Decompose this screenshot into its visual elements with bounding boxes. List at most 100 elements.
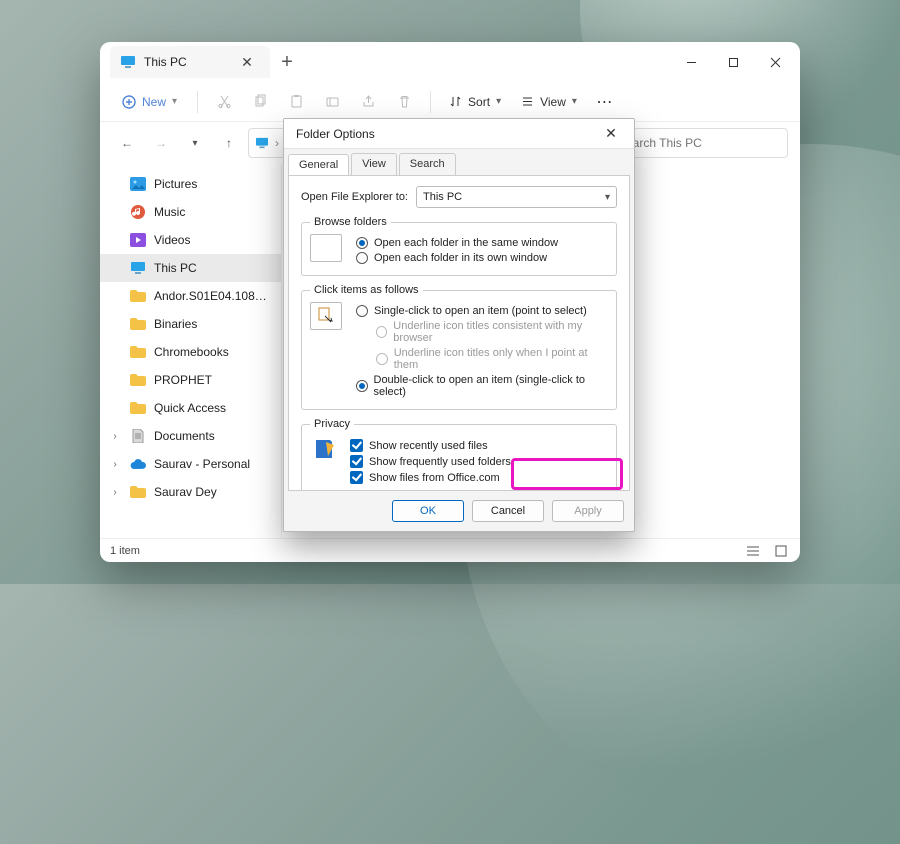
sidebar-item-prophet[interactable]: PROPHET (100, 366, 281, 394)
forward-button[interactable]: → (146, 128, 176, 158)
expand-icon[interactable]: › (108, 487, 122, 498)
click-items-group: Click items as follows Single-click to o… (301, 284, 617, 410)
chevron-down-icon: ▾ (496, 96, 501, 107)
up-button[interactable]: ↑ (214, 128, 244, 158)
radio-icon (376, 326, 387, 338)
sidebar-item-label: PROPHET (154, 373, 212, 387)
apply-button[interactable]: Apply (552, 500, 624, 522)
sidebar-item-label: Binaries (154, 317, 197, 331)
open-explorer-combo[interactable]: This PC ▾ (416, 186, 617, 208)
new-label: New (142, 95, 166, 109)
sidebar-item-label: Documents (154, 429, 215, 443)
sidebar-item-onedrive[interactable]: › Saurav - Personal (100, 450, 281, 478)
checkbox-icon (350, 471, 363, 484)
share-button[interactable] (352, 87, 384, 117)
cancel-button[interactable]: Cancel (472, 500, 544, 522)
cut-button[interactable] (208, 87, 240, 117)
tab-general[interactable]: General (288, 154, 349, 176)
checkbox-icon (350, 455, 363, 468)
window-tab[interactable]: This PC ✕ (110, 46, 270, 78)
radio-double-click[interactable]: Double-click to open an item (single-cli… (356, 374, 608, 398)
check-recent-files[interactable]: Show recently used files (350, 439, 608, 452)
pictures-icon (130, 176, 146, 192)
check-frequent-folders[interactable]: Show frequently used folders (350, 455, 608, 468)
document-icon (130, 428, 146, 444)
radio-icon (356, 305, 368, 317)
music-icon (130, 204, 146, 220)
radio-same-window[interactable]: Open each folder in the same window (356, 237, 608, 249)
sidebar-item-thispc[interactable]: This PC (100, 254, 281, 282)
close-window-button[interactable] (754, 47, 796, 77)
rename-button[interactable] (316, 87, 348, 117)
recent-locations-button[interactable]: ▾ (180, 128, 210, 158)
tab-close-button[interactable]: ✕ (234, 55, 260, 69)
ok-button[interactable]: OK (392, 500, 464, 522)
radio-icon (356, 237, 368, 249)
more-button[interactable]: ⋯ (589, 87, 621, 117)
paste-button[interactable] (280, 87, 312, 117)
dialog-title: Folder Options (296, 127, 375, 141)
sidebar-item-andor[interactable]: Andor.S01E04.1080p.WEB… (100, 282, 281, 310)
check-office-files[interactable]: Show files from Office.com (350, 471, 608, 484)
folder-icon (130, 344, 146, 360)
clear-button[interactable]: Clear (544, 490, 608, 491)
minimize-button[interactable] (670, 47, 712, 77)
folder-icon (130, 288, 146, 304)
new-button[interactable]: New ▾ (112, 87, 187, 117)
folder-icon (130, 372, 146, 388)
click-items-icon (310, 302, 342, 330)
checkbox-icon (350, 439, 363, 452)
maximize-button[interactable] (712, 47, 754, 77)
pc-icon (255, 137, 269, 149)
sort-icon (449, 95, 462, 108)
dialog-button-row: OK Cancel Apply (284, 491, 634, 531)
pc-icon (120, 55, 136, 69)
tab-view[interactable]: View (351, 153, 397, 175)
sidebar-item-pictures[interactable]: Pictures (100, 170, 281, 198)
sidebar-item-chromebooks[interactable]: Chromebooks (100, 338, 281, 366)
open-explorer-label: Open File Explorer to: (301, 191, 408, 203)
sidebar-item-label: Pictures (154, 177, 197, 191)
sidebar-item-quickaccess[interactable]: Quick Access (100, 394, 281, 422)
dialog-close-button[interactable]: ✕ (594, 125, 628, 142)
toolbar: New ▾ Sort ▾ View ▾ ⋯ (100, 82, 800, 122)
view-icon (521, 95, 534, 108)
dialog-titlebar: Folder Options ✕ (284, 119, 634, 149)
sidebar-item-music[interactable]: Music (100, 198, 281, 226)
details-view-button[interactable] (744, 542, 762, 560)
tab-search[interactable]: Search (399, 153, 456, 175)
sort-label: Sort (468, 95, 490, 109)
back-button[interactable]: ← (112, 128, 142, 158)
sidebar-item-documents[interactable]: › Documents (100, 422, 281, 450)
sidebar-item-label: Music (154, 205, 185, 219)
view-button[interactable]: View ▾ (513, 87, 585, 117)
sidebar-item-label: Videos (154, 233, 190, 247)
pc-icon (130, 260, 146, 276)
new-tab-button[interactable]: + (270, 52, 304, 72)
radio-icon (376, 353, 388, 365)
radio-single-click[interactable]: Single-click to open an item (point to s… (356, 305, 608, 317)
sidebar-item-binaries[interactable]: Binaries (100, 310, 281, 338)
plus-circle-icon (122, 95, 136, 109)
copy-button[interactable] (244, 87, 276, 117)
sidebar-item-videos[interactable]: Videos (100, 226, 281, 254)
chevron-down-icon: ▾ (572, 96, 577, 107)
thumbnails-view-button[interactable] (772, 542, 790, 560)
cloud-icon (130, 456, 146, 472)
tab-page-general: Open File Explorer to: This PC ▾ Browse … (288, 175, 630, 491)
radio-underline-browser: Underline icon titles consistent with my… (376, 320, 608, 344)
open-explorer-value: This PC (423, 191, 462, 203)
delete-button[interactable] (388, 87, 420, 117)
navigation-pane: Pictures Music Videos This PC Andor.S01E… (100, 164, 282, 538)
click-items-legend: Click items as follows (310, 284, 423, 296)
expand-icon[interactable]: › (108, 431, 122, 442)
radio-own-window[interactable]: Open each folder in its own window (356, 252, 608, 264)
expand-icon[interactable]: › (108, 459, 122, 470)
videos-icon (130, 232, 146, 248)
search-input[interactable] (616, 135, 779, 151)
browse-folders-icon (310, 234, 342, 262)
sort-button[interactable]: Sort ▾ (441, 87, 509, 117)
sidebar-item-userfolder[interactable]: › Saurav Dey (100, 478, 281, 506)
item-count: 1 item (110, 545, 140, 557)
tab-title: This PC (144, 55, 187, 69)
